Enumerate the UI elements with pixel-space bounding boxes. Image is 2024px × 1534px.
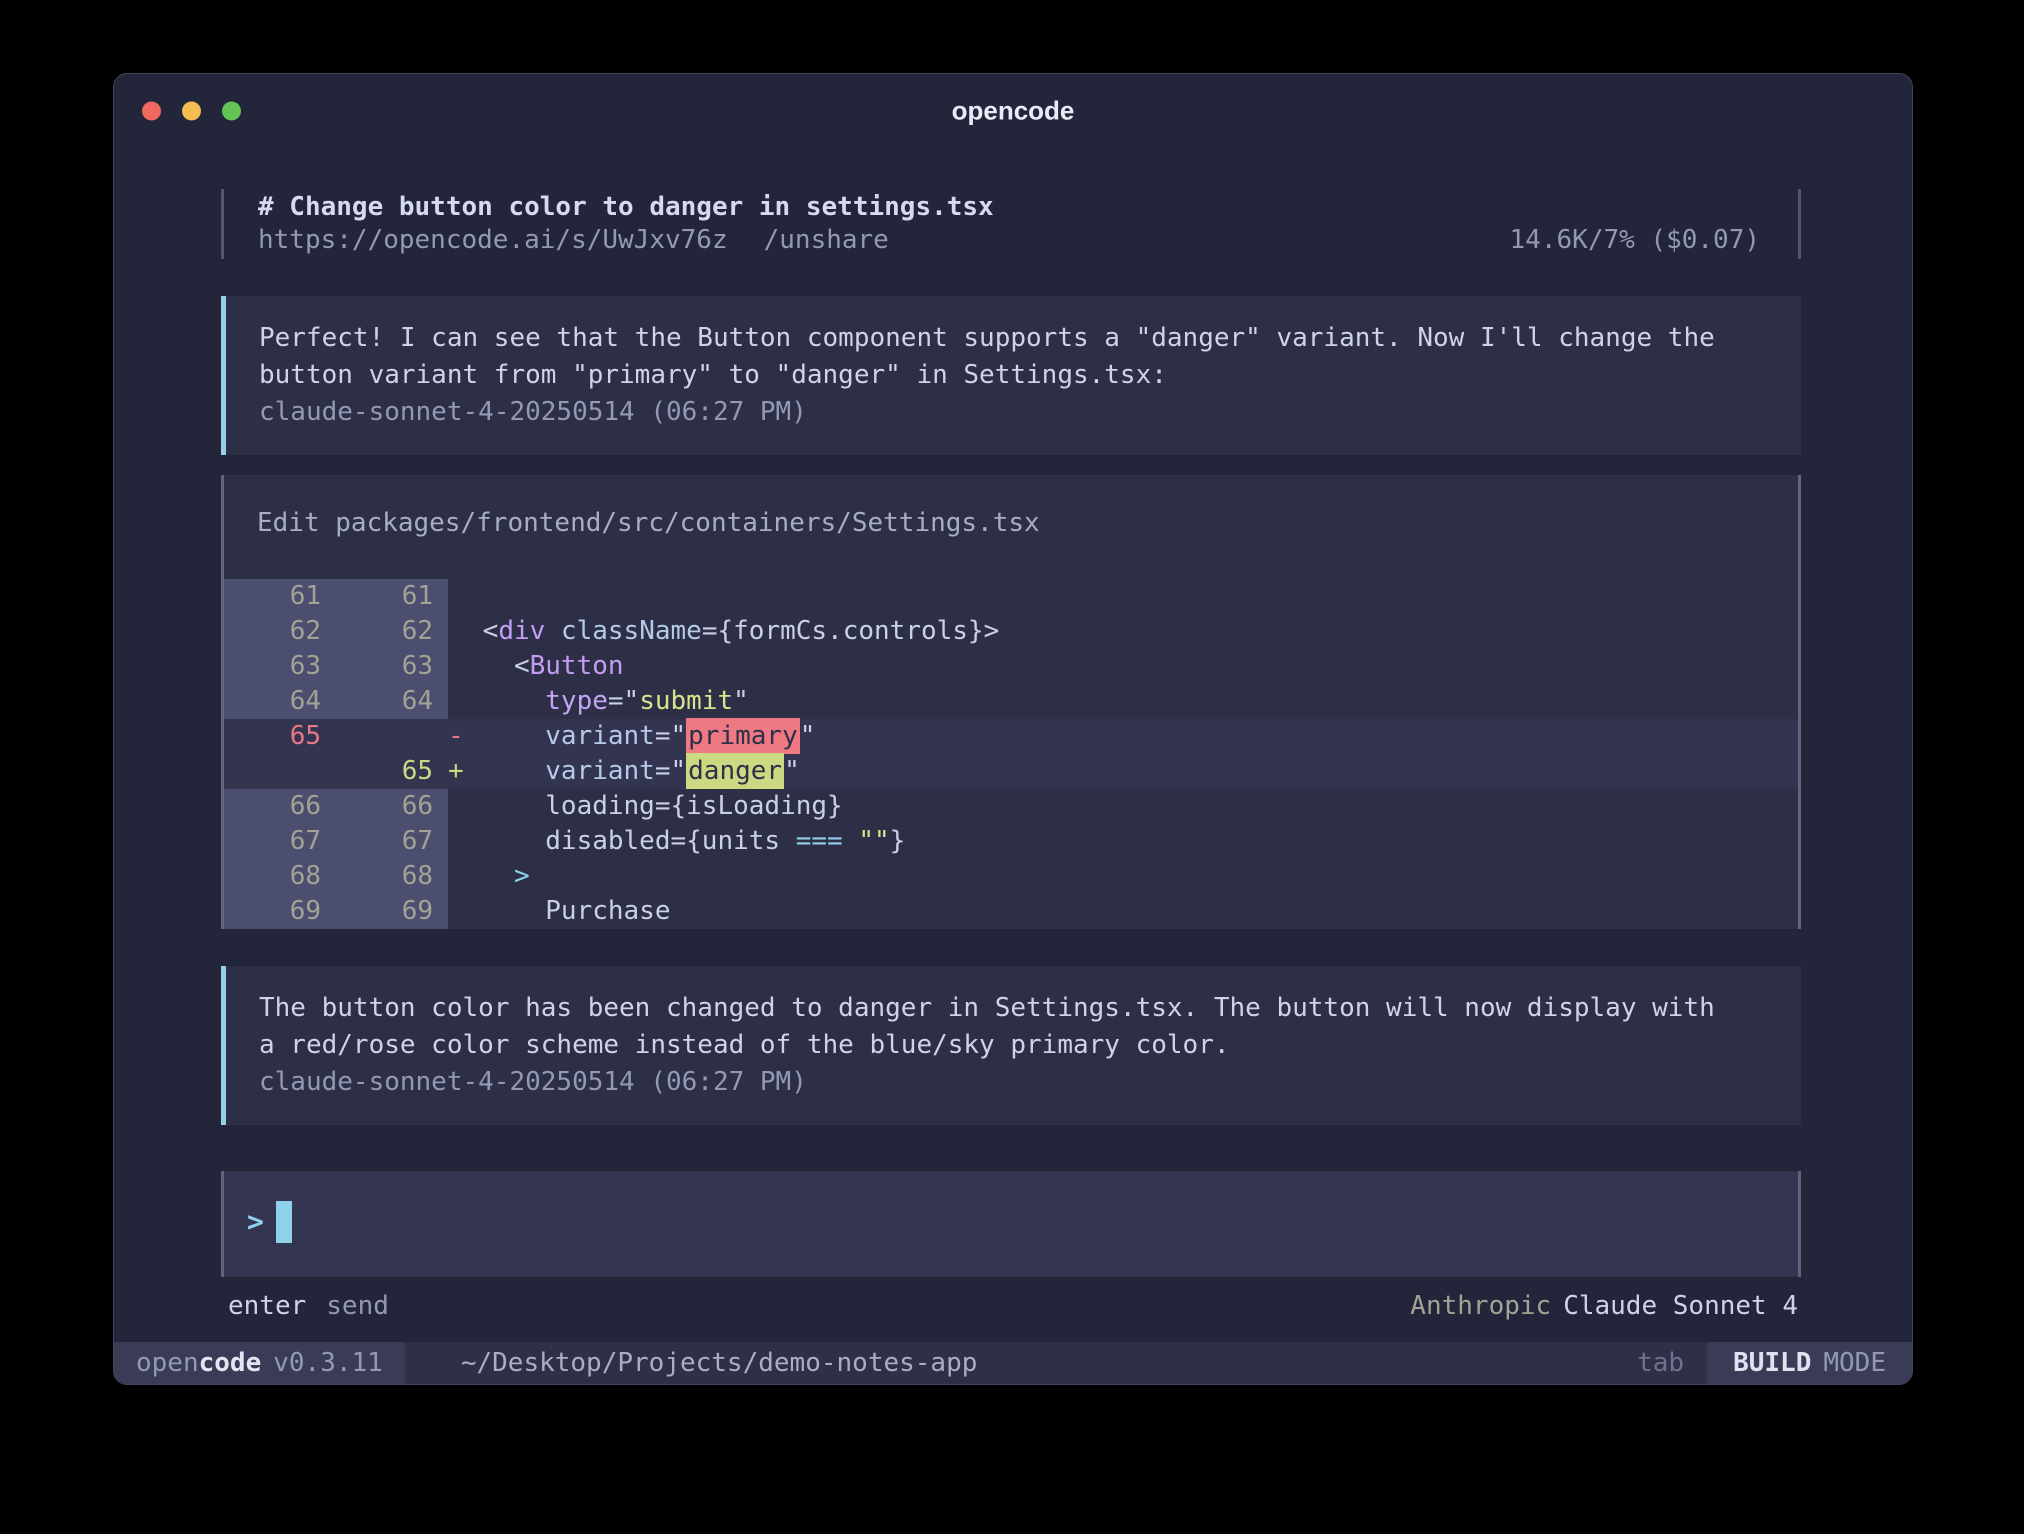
app-version-chip: opencode v0.3.11 [114, 1342, 405, 1384]
old-line-number: 69 [224, 894, 336, 929]
share-url[interactable]: https://opencode.ai/s/UwJxv76z [258, 224, 728, 257]
code-line: variant="danger" [467, 754, 1798, 789]
new-line-number: 68 [336, 859, 448, 894]
diff-marker [448, 859, 467, 894]
old-line-number: 63 [224, 649, 336, 684]
unshare-command[interactable]: /unshare [764, 224, 889, 257]
new-line-number: 67 [336, 824, 448, 859]
old-line-number: 62 [224, 614, 336, 649]
new-line-number [336, 719, 448, 754]
tab-key-hint[interactable]: tab [1637, 1348, 1684, 1378]
code-line: disabled={units === ""} [467, 824, 1798, 859]
old-line-number: 68 [224, 859, 336, 894]
diff-marker [448, 579, 467, 614]
diff-marker-minus: - [448, 719, 467, 754]
session-header: # Change button color to danger in setti… [221, 189, 1801, 259]
code-line: > [467, 859, 1798, 894]
code-line: variant="primary" [467, 719, 1798, 754]
mode-chip[interactable]: BUILD MODE [1707, 1342, 1912, 1384]
diff-marker [448, 824, 467, 859]
window-title: opencode [114, 96, 1912, 127]
message-text: button variant from "primary" to "danger… [259, 357, 1771, 394]
edit-tool-block: Edit packages/frontend/src/containers/Se… [221, 475, 1801, 929]
diff-row: 62 62 <div className={formCs.controls}> [224, 614, 1798, 649]
diff-marker [448, 649, 467, 684]
old-line-number: 67 [224, 824, 336, 859]
diff-marker [448, 894, 467, 929]
spacer [977, 1342, 1637, 1384]
diff-row: 69 69 Purchase [224, 894, 1798, 929]
model-timestamp: claude-sonnet-4-20250514 (06:27 PM) [259, 1064, 1771, 1101]
code-line: Purchase [467, 894, 1798, 929]
old-line-number: 65 [224, 719, 336, 754]
send-action-hint: send [326, 1293, 389, 1319]
diff-marker [448, 684, 467, 719]
message-text: The button color has been changed to dan… [259, 990, 1771, 1027]
diff-row: 66 66 loading={isLoading} [224, 789, 1798, 824]
diff-marker [448, 614, 467, 649]
app-name-open: open [136, 1348, 199, 1378]
hints-row: enter send Anthropic Claude Sonnet 4 [221, 1293, 1801, 1319]
diff-view: 61 61 62 62 <div className={formCs.contr… [224, 579, 1798, 929]
main-content: # Change button color to danger in setti… [114, 148, 1912, 1342]
mode-mode-label: MODE [1823, 1348, 1886, 1378]
diff-row: 68 68 > [224, 859, 1798, 894]
code-line [467, 579, 1798, 614]
status-bar: opencode v0.3.11 ~/Desktop/Projects/demo… [114, 1342, 1912, 1384]
message-text: Perfect! I can see that the Button compo… [259, 320, 1771, 357]
mode-build-label: BUILD [1733, 1348, 1811, 1378]
prompt-chevron: > [247, 1201, 264, 1243]
new-line-number: 69 [336, 894, 448, 929]
code-line: loading={isLoading} [467, 789, 1798, 824]
new-line-number: 63 [336, 649, 448, 684]
diff-row: 67 67 disabled={units === ""} [224, 824, 1798, 859]
text-cursor [276, 1201, 292, 1243]
enter-key-hint: enter [228, 1293, 306, 1319]
old-line-number: 61 [224, 579, 336, 614]
edit-tool-header: Edit packages/frontend/src/containers/Se… [224, 509, 1798, 537]
assistant-message-2: The button color has been changed to dan… [221, 966, 1801, 1125]
code-line: <Button [467, 649, 1798, 684]
opencode-window: opencode # Change button color to danger… [113, 73, 1913, 1385]
diff-row-added: 65 + variant="danger" [224, 754, 1798, 789]
provider-name: Anthropic [1410, 1293, 1551, 1319]
diff-row-removed: 65 - variant="primary" [224, 719, 1798, 754]
diff-row: 61 61 [224, 579, 1798, 614]
app-name-code: code [199, 1348, 262, 1378]
code-line: <div className={formCs.controls}> [467, 614, 1798, 649]
titlebar: opencode [114, 74, 1912, 148]
session-title: # Change button color to danger in setti… [258, 191, 1760, 224]
new-line-number: 61 [336, 579, 448, 614]
session-subline: https://opencode.ai/s/UwJxv76z /unshare … [258, 224, 1760, 257]
new-line-number: 64 [336, 684, 448, 719]
message-text: a red/rose color scheme instead of the b… [259, 1027, 1771, 1064]
token-usage-stats: 14.6K/7% ($0.07) [1510, 224, 1760, 257]
spacer [389, 1293, 1410, 1319]
model-timestamp: claude-sonnet-4-20250514 (06:27 PM) [259, 394, 1771, 431]
new-line-number: 66 [336, 789, 448, 824]
prompt-input[interactable]: > [221, 1171, 1801, 1277]
model-name: Claude Sonnet 4 [1563, 1293, 1798, 1319]
old-line-number: 66 [224, 789, 336, 824]
spacer [889, 224, 1510, 257]
code-line: type="submit" [467, 684, 1798, 719]
app-version: v0.3.11 [273, 1348, 383, 1378]
old-line-number: 64 [224, 684, 336, 719]
new-line-number: 65 [336, 754, 448, 789]
diff-marker [448, 789, 467, 824]
diff-row: 63 63 <Button [224, 649, 1798, 684]
diff-marker-plus: + [448, 754, 467, 789]
diff-row: 64 64 type="submit" [224, 684, 1798, 719]
working-directory: ~/Desktop/Projects/demo-notes-app [461, 1348, 978, 1378]
assistant-message-1: Perfect! I can see that the Button compo… [221, 296, 1801, 455]
new-line-number: 62 [336, 614, 448, 649]
old-line-number [224, 754, 336, 789]
